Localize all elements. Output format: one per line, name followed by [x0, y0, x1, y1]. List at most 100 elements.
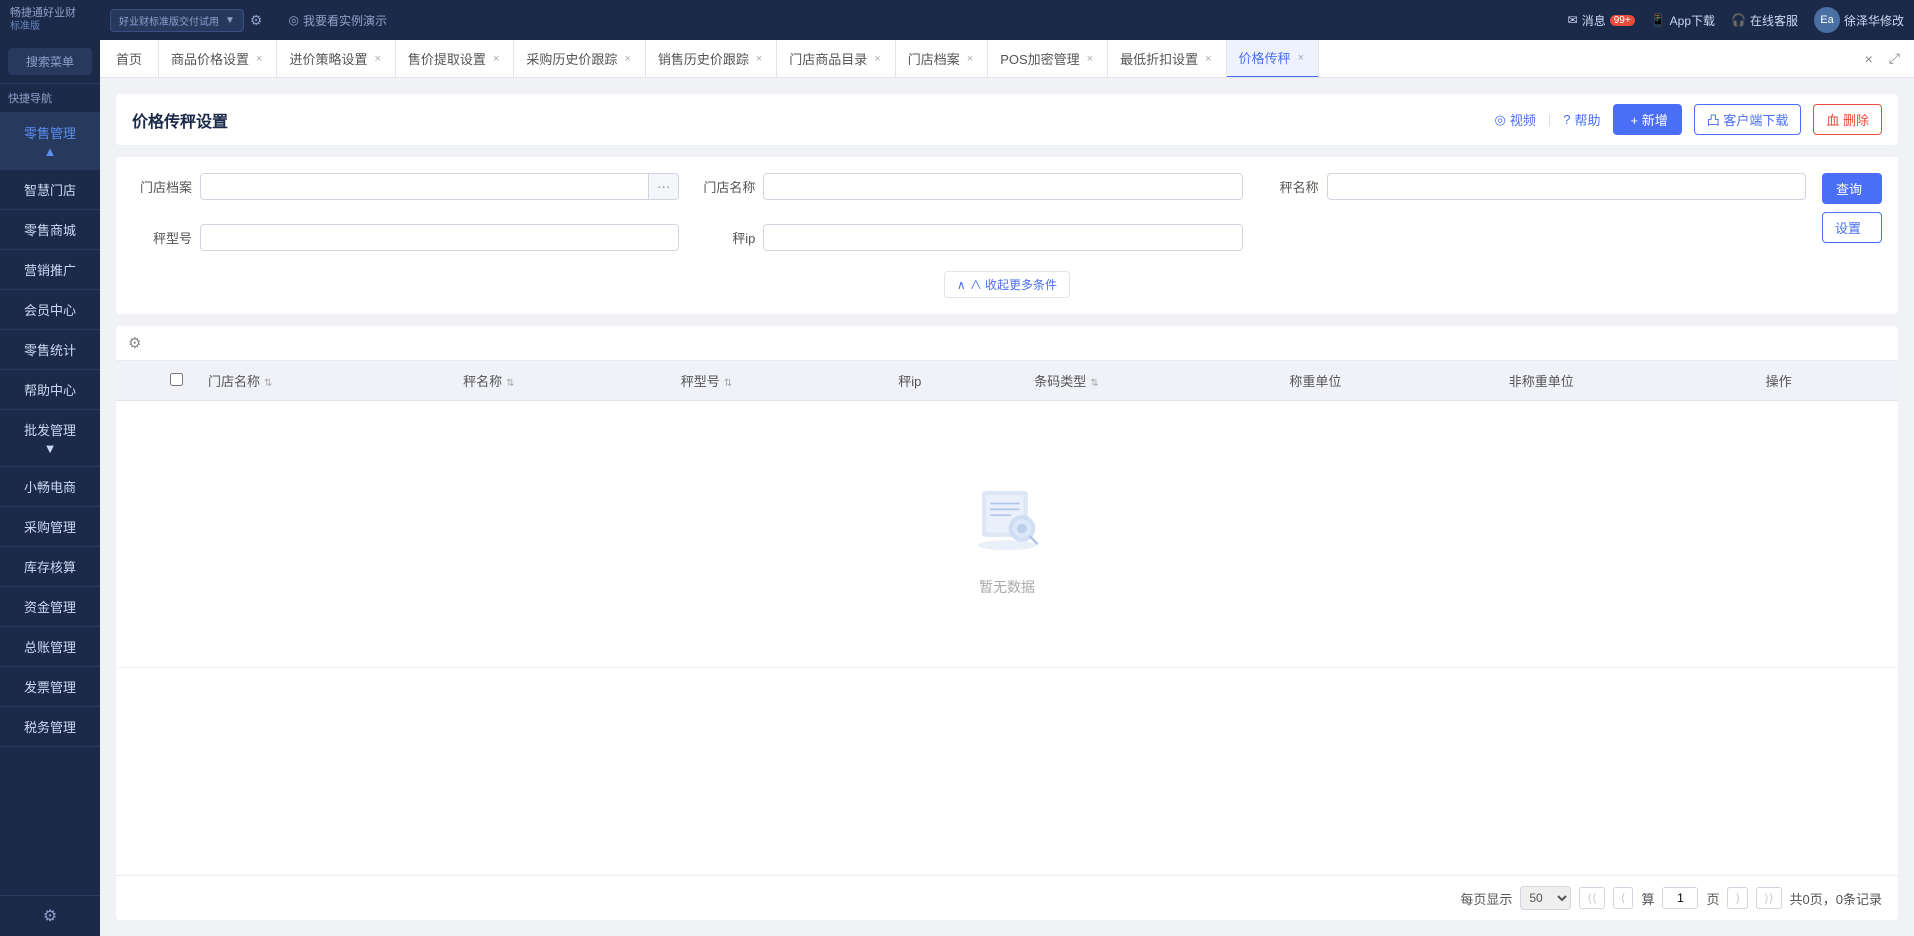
data-table: 门店名称⇅ 秤名称⇅ 秤型号⇅ 秤ip	[116, 361, 1898, 668]
tab-close-icon[interactable]: ×	[622, 52, 632, 66]
tab-label: 首页	[116, 49, 142, 68]
sidebar-item-wholesale-mgmt[interactable]: 批发管理 ▼	[0, 410, 100, 467]
video-link[interactable]: ◎ 视频	[1495, 110, 1536, 129]
chevron-up-icon: ▲	[44, 144, 57, 159]
first-page-button[interactable]: ⟨⟨	[1579, 887, 1604, 909]
user-profile-action[interactable]: Ea 徐泽华修改	[1814, 7, 1904, 33]
tab-sale-extract[interactable]: 售价提取设置 ×	[396, 40, 514, 78]
sidebar-item-label: 发票管理	[24, 677, 76, 696]
scale-ip-input[interactable]	[763, 224, 1242, 251]
tab-store-catalog[interactable]: 门店商品目录 ×	[777, 40, 895, 78]
page-size-select[interactable]: 50 10 20 100	[1520, 886, 1571, 910]
sidebar-item-funds-mgmt[interactable]: 资金管理	[0, 587, 100, 627]
message-action[interactable]: ✉ 消息 99+	[1568, 12, 1635, 29]
sidebar-item-label: 总账管理	[24, 637, 76, 656]
next-page-button[interactable]: ⟩	[1727, 887, 1748, 909]
sidebar-item-invoice-mgmt[interactable]: 发票管理	[0, 667, 100, 707]
global-settings-button[interactable]: ⚙	[244, 8, 269, 33]
tab-price-scale[interactable]: 价格传秤 ×	[1227, 40, 1319, 78]
tab-label: 最低折扣设置	[1120, 49, 1198, 68]
scale-name-input[interactable]	[1327, 173, 1806, 200]
sidebar-item-label: 小畅电商	[24, 477, 76, 496]
sidebar-item-general-ledger[interactable]: 总账管理	[0, 627, 100, 667]
tab-label: POS加密管理	[1000, 49, 1079, 68]
page-header: 价格传秤设置 ◎ 视频 | ? 帮助 + 新增	[116, 94, 1898, 145]
main-layout: 搜索菜单 快捷导航 零售管理 ▲ 智慧门店 零售商城 营销推广 会员中心 零售统…	[0, 40, 1914, 936]
download-client-button[interactable]: 凸 客户端下载	[1694, 104, 1802, 135]
prev-page-button[interactable]: ⟨	[1613, 887, 1634, 909]
tab-label: 进价策略设置	[289, 49, 367, 68]
tab-purchase-history[interactable]: 采购历史价跟踪 ×	[514, 40, 645, 78]
th-store-name[interactable]: 门店名称⇅	[196, 361, 451, 401]
page-actions: ◎ 视频 | ? 帮助 + 新增 凸 客户端下载	[1495, 104, 1882, 135]
sidebar-item-label: 库存核算	[24, 557, 76, 576]
th-scale-model[interactable]: 秤型号⇅	[669, 361, 887, 401]
sidebar-item-purchase-mgmt[interactable]: 采购管理	[0, 507, 100, 547]
tab-purchase-strategy[interactable]: 进价策略设置 ×	[277, 40, 395, 78]
tab-close-icon[interactable]: ×	[1085, 52, 1095, 66]
sidebar-item-help-center[interactable]: 帮助中心	[0, 370, 100, 410]
online-service-action[interactable]: 🎧 在线客服	[1731, 12, 1798, 29]
tab-store-archive[interactable]: 门店档案 ×	[896, 40, 988, 78]
tab-close-icon[interactable]: ×	[1203, 52, 1213, 66]
store-archive-btn[interactable]: ···	[648, 173, 679, 200]
store-archive-field: 门店档案 ···	[132, 173, 679, 200]
tab-close-icon[interactable]: ×	[491, 52, 501, 66]
last-page-button[interactable]: ⟩⟩	[1756, 887, 1781, 909]
query-button[interactable]: 查询	[1822, 173, 1882, 204]
tab-close-icon[interactable]: ×	[1296, 51, 1306, 65]
tab-close-icon[interactable]: ×	[872, 52, 882, 66]
settings-button[interactable]: 设置	[1822, 212, 1882, 243]
sidebar-quick-nav[interactable]: 快捷导航	[0, 84, 100, 113]
tab-close-icon[interactable]: ×	[372, 52, 382, 66]
tab-pos-mgmt[interactable]: POS加密管理 ×	[988, 40, 1108, 78]
sidebar-item-smart-store[interactable]: 智慧门店	[0, 170, 100, 210]
page-input[interactable]	[1662, 887, 1698, 909]
select-all-checkbox[interactable]	[170, 373, 183, 386]
sidebar-item-ecommerce[interactable]: 小畅电商	[0, 467, 100, 507]
sidebar-item-tax-mgmt[interactable]: 税务管理	[0, 707, 100, 747]
version-selector[interactable]: 好业财标准版交付试用 ▼	[110, 9, 244, 32]
sidebar-gear-button[interactable]: ⚙	[43, 906, 57, 926]
tab-sale-history[interactable]: 销售历史价跟踪 ×	[646, 40, 777, 78]
th-barcode-type[interactable]: 条码类型⇅	[1022, 361, 1277, 401]
sidebar-item-member-center[interactable]: 会员中心	[0, 290, 100, 330]
top-bar-left: 畅捷通好业财 标准版	[10, 7, 110, 32]
app-download-action[interactable]: 📱 App下载	[1651, 12, 1715, 29]
th-scale-name[interactable]: 秤名称⇅	[451, 361, 669, 401]
close-tab-button[interactable]: ×	[1859, 47, 1879, 71]
sidebar-item-retail-stats[interactable]: 零售统计	[0, 330, 100, 370]
help-link[interactable]: ? 帮助	[1563, 110, 1600, 129]
top-bar-center: 好业财标准版交付试用 ▼ ⚙ ◎ 我要看实例演示	[110, 8, 1568, 33]
collapse-button[interactable]: ∧ ∧ 收起更多条件	[944, 271, 1070, 298]
sidebar-item-online-store[interactable]: 零售商城	[0, 210, 100, 250]
add-button[interactable]: + 新增	[1613, 104, 1682, 135]
sidebar-item-marketing[interactable]: 营销推广	[0, 250, 100, 290]
app-logo: 畅捷通好业财 标准版	[10, 7, 76, 32]
tab-min-discount[interactable]: 最低折扣设置 ×	[1108, 40, 1226, 78]
scale-name-label: 秤名称	[1259, 177, 1319, 196]
scale-model-input[interactable]	[200, 224, 679, 251]
form-row-1: 门店档案 ··· 门店名称	[132, 173, 1806, 200]
chevron-up-icon: ∧	[957, 278, 966, 292]
table-settings-button[interactable]: ⚙	[128, 334, 141, 352]
tab-label: 采购历史价跟踪	[526, 49, 617, 68]
page-title: 价格传秤设置	[132, 108, 228, 132]
fullscreen-button[interactable]: ⤢	[1883, 46, 1906, 71]
tab-close-icon[interactable]: ×	[965, 52, 975, 66]
sidebar-item-inventory[interactable]: 库存核算	[0, 547, 100, 587]
tab-product-price[interactable]: 商品价格设置 ×	[159, 40, 277, 78]
tab-close-icon[interactable]: ×	[254, 52, 264, 66]
th-operation: 操作	[1754, 361, 1898, 401]
sidebar-search: 搜索菜单	[0, 40, 100, 84]
tab-home[interactable]: 首页	[100, 40, 159, 78]
search-form: 门店档案 ··· 门店名称	[116, 157, 1898, 314]
sort-icon: ⇅	[1090, 378, 1098, 389]
delete-button[interactable]: 血 删除	[1813, 104, 1882, 135]
sidebar-item-retail-mgmt[interactable]: 零售管理 ▲	[0, 113, 100, 170]
search-menu-button[interactable]: 搜索菜单	[8, 48, 92, 75]
store-archive-input[interactable]	[200, 173, 648, 200]
store-name-input[interactable]	[763, 173, 1242, 200]
demo-link[interactable]: ◎ 我要看实例演示	[288, 12, 387, 29]
tab-close-icon[interactable]: ×	[754, 52, 764, 66]
